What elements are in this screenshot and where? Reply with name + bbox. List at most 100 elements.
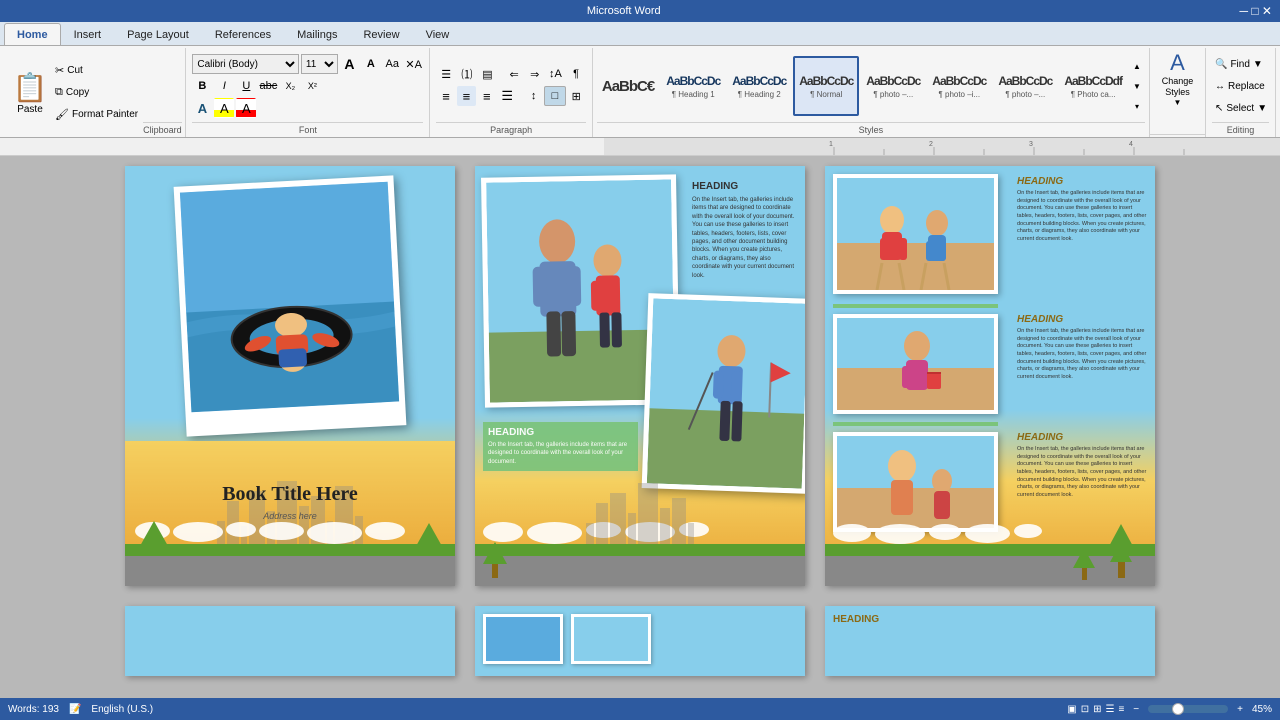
- paste-button[interactable]: 📋 Paste: [10, 69, 50, 117]
- shading-button[interactable]: □: [544, 86, 565, 106]
- style-photoca-sample: AaBbCcDdf: [1064, 74, 1122, 88]
- cut-button[interactable]: ✂ Cut: [52, 60, 141, 82]
- change-styles-group-label: [1150, 134, 1205, 137]
- doc-scroll[interactable]: Book Title Here Address here: [0, 156, 1280, 698]
- full-screen-icon[interactable]: ⊡: [1081, 704, 1089, 715]
- page-interior-1[interactable]: HEADING On the Insert tab, the galleries…: [475, 166, 805, 586]
- replace-button[interactable]: ↔ Replace: [1212, 75, 1269, 97]
- tab-view[interactable]: View: [413, 23, 463, 45]
- tab-review[interactable]: Review: [350, 23, 412, 45]
- text-highlight-button[interactable]: A: [214, 98, 234, 118]
- tab-insert[interactable]: Insert: [61, 23, 115, 45]
- style-photo2[interactable]: AaBbCcDc ¶ photo –i...: [927, 56, 991, 116]
- page3-road: [825, 556, 1155, 586]
- copy-label: Copy: [66, 87, 89, 98]
- format-painter-button[interactable]: 🖌 Format Painter: [52, 104, 141, 126]
- style-photo2-label: ¶ photo –i...: [938, 90, 980, 99]
- font-shrink-button[interactable]: A: [361, 54, 380, 74]
- styles-scroll-down[interactable]: ▼: [1129, 77, 1145, 95]
- style-default[interactable]: AaBbC€: [597, 56, 659, 116]
- styles-more[interactable]: ▾: [1129, 97, 1145, 115]
- decrease-indent-button[interactable]: ⇐: [504, 64, 524, 84]
- page-partial-2[interactable]: [475, 606, 805, 676]
- select-button[interactable]: ↖ Select ▼: [1212, 97, 1269, 119]
- page3-photo2-frame: [833, 314, 998, 414]
- cover-photo: [180, 182, 399, 413]
- style-photoca-label: ¶ Photo ca...: [1071, 90, 1116, 99]
- style-photo3[interactable]: AaBbCcDc ¶ photo –...: [993, 56, 1057, 116]
- svg-text:1: 1: [829, 141, 833, 148]
- partial-thumb2-inner: [574, 617, 648, 661]
- page-partial-3[interactable]: HEADING: [825, 606, 1155, 676]
- spell-check-icon[interactable]: 📝: [69, 704, 81, 715]
- font-size-select[interactable]: 11: [301, 54, 338, 74]
- outline-icon[interactable]: ☰: [1105, 704, 1114, 715]
- status-bar: Words: 193 📝 English (U.S.) ▣ ⊡ ⊞ ☰ ≡ − …: [0, 698, 1280, 720]
- style-photo[interactable]: AaBbCcDc ¶ photo –...: [861, 56, 925, 116]
- page-partial-1-bg: [125, 606, 455, 676]
- align-center-button[interactable]: ≡: [457, 86, 476, 106]
- zoom-out-btn[interactable]: −: [1130, 704, 1142, 715]
- align-right-button[interactable]: ≡: [477, 86, 496, 106]
- view-icons[interactable]: ▣ ⊡ ⊞ ☰ ≡: [1067, 704, 1124, 715]
- multilevel-button[interactable]: ▤: [478, 64, 498, 84]
- style-heading2[interactable]: AaBbCcDc ¶ Heading 2: [727, 56, 791, 116]
- style-heading2-sample: AaBbCcDc: [732, 74, 786, 88]
- page2-bg: HEADING On the Insert tab, the galleries…: [475, 166, 805, 586]
- font-color-button[interactable]: A: [236, 98, 256, 118]
- zoom-in-btn[interactable]: +: [1234, 704, 1246, 715]
- style-heading1-label: ¶ Heading 1: [672, 90, 715, 99]
- clear-format-button[interactable]: ✕A: [404, 54, 423, 74]
- font-name-select[interactable]: Calibri (Body): [192, 54, 299, 74]
- strikethrough-button[interactable]: abc: [258, 76, 278, 96]
- change-case-button[interactable]: Aa: [383, 54, 402, 74]
- justify-button[interactable]: ☰: [498, 86, 517, 106]
- style-photoca[interactable]: AaBbCcDdf ¶ Photo ca...: [1059, 56, 1127, 116]
- ribbon: 📋 Paste ✂ Cut ⧉ Copy 🖌 Format Painter Cl…: [0, 46, 1280, 138]
- tab-mailings[interactable]: Mailings: [284, 23, 350, 45]
- show-marks-button[interactable]: ¶: [566, 64, 586, 84]
- subscript-button[interactable]: X₂: [280, 76, 300, 96]
- app-title: Microsoft Word: [8, 5, 1240, 17]
- window-controls[interactable]: ─ □ ✕: [1240, 4, 1272, 18]
- print-layout-icon[interactable]: ▣: [1067, 704, 1076, 715]
- copy-button[interactable]: ⧉ Copy: [52, 82, 141, 104]
- web-layout-icon[interactable]: ⊞: [1093, 704, 1101, 715]
- tab-references[interactable]: References: [202, 23, 284, 45]
- text-effects-button[interactable]: A: [192, 98, 212, 118]
- borders-button[interactable]: ⊞: [567, 86, 586, 106]
- bold-button[interactable]: B: [192, 76, 212, 96]
- change-styles-button[interactable]: A ChangeStyles ▼: [1150, 48, 1205, 109]
- underline-button[interactable]: U: [236, 76, 256, 96]
- style-normal[interactable]: AaBbCcDc ¶ Normal: [793, 56, 859, 116]
- styles-scroll-up[interactable]: ▲: [1129, 57, 1145, 75]
- increase-indent-button[interactable]: ⇒: [525, 64, 545, 84]
- numbering-button[interactable]: ⑴: [457, 64, 477, 84]
- page-partial-1[interactable]: [125, 606, 455, 676]
- page3-photo1-frame: [833, 174, 998, 294]
- zoom-slider[interactable]: [1148, 705, 1228, 713]
- style-normal-label: ¶ Normal: [810, 90, 842, 99]
- line-spacing-button[interactable]: ↕: [524, 86, 543, 106]
- page-cover[interactable]: Book Title Here Address here: [125, 166, 455, 586]
- page-interior-2[interactable]: HEADING On the Insert tab, the galleries…: [825, 166, 1155, 586]
- align-left-button[interactable]: ≡: [436, 86, 455, 106]
- word-count: Words: 193: [8, 704, 59, 715]
- tab-home[interactable]: Home: [4, 23, 61, 45]
- zoom-thumb[interactable]: [1172, 703, 1184, 715]
- cover-photo-frame: [174, 175, 407, 436]
- page3-photo3-frame: [833, 432, 998, 532]
- superscript-button[interactable]: X²: [302, 76, 322, 96]
- tab-page-layout[interactable]: Page Layout: [114, 23, 202, 45]
- font-grow-button[interactable]: A: [340, 54, 359, 74]
- bullets-button[interactable]: ☰: [436, 64, 456, 84]
- find-button[interactable]: 🔍 Find ▼: [1212, 53, 1269, 75]
- clipboard-small-buttons: ✂ Cut ⧉ Copy 🖌 Format Painter: [50, 58, 143, 128]
- style-heading1[interactable]: AaBbCcDc ¶ Heading 1: [661, 56, 725, 116]
- draft-icon[interactable]: ≡: [1118, 704, 1124, 715]
- italic-button[interactable]: I: [214, 76, 234, 96]
- sort-button[interactable]: ↕A: [546, 64, 566, 84]
- page2-road: [475, 556, 805, 586]
- book-title: Book Title Here: [125, 483, 455, 506]
- page-partial-2-bg: [475, 606, 805, 676]
